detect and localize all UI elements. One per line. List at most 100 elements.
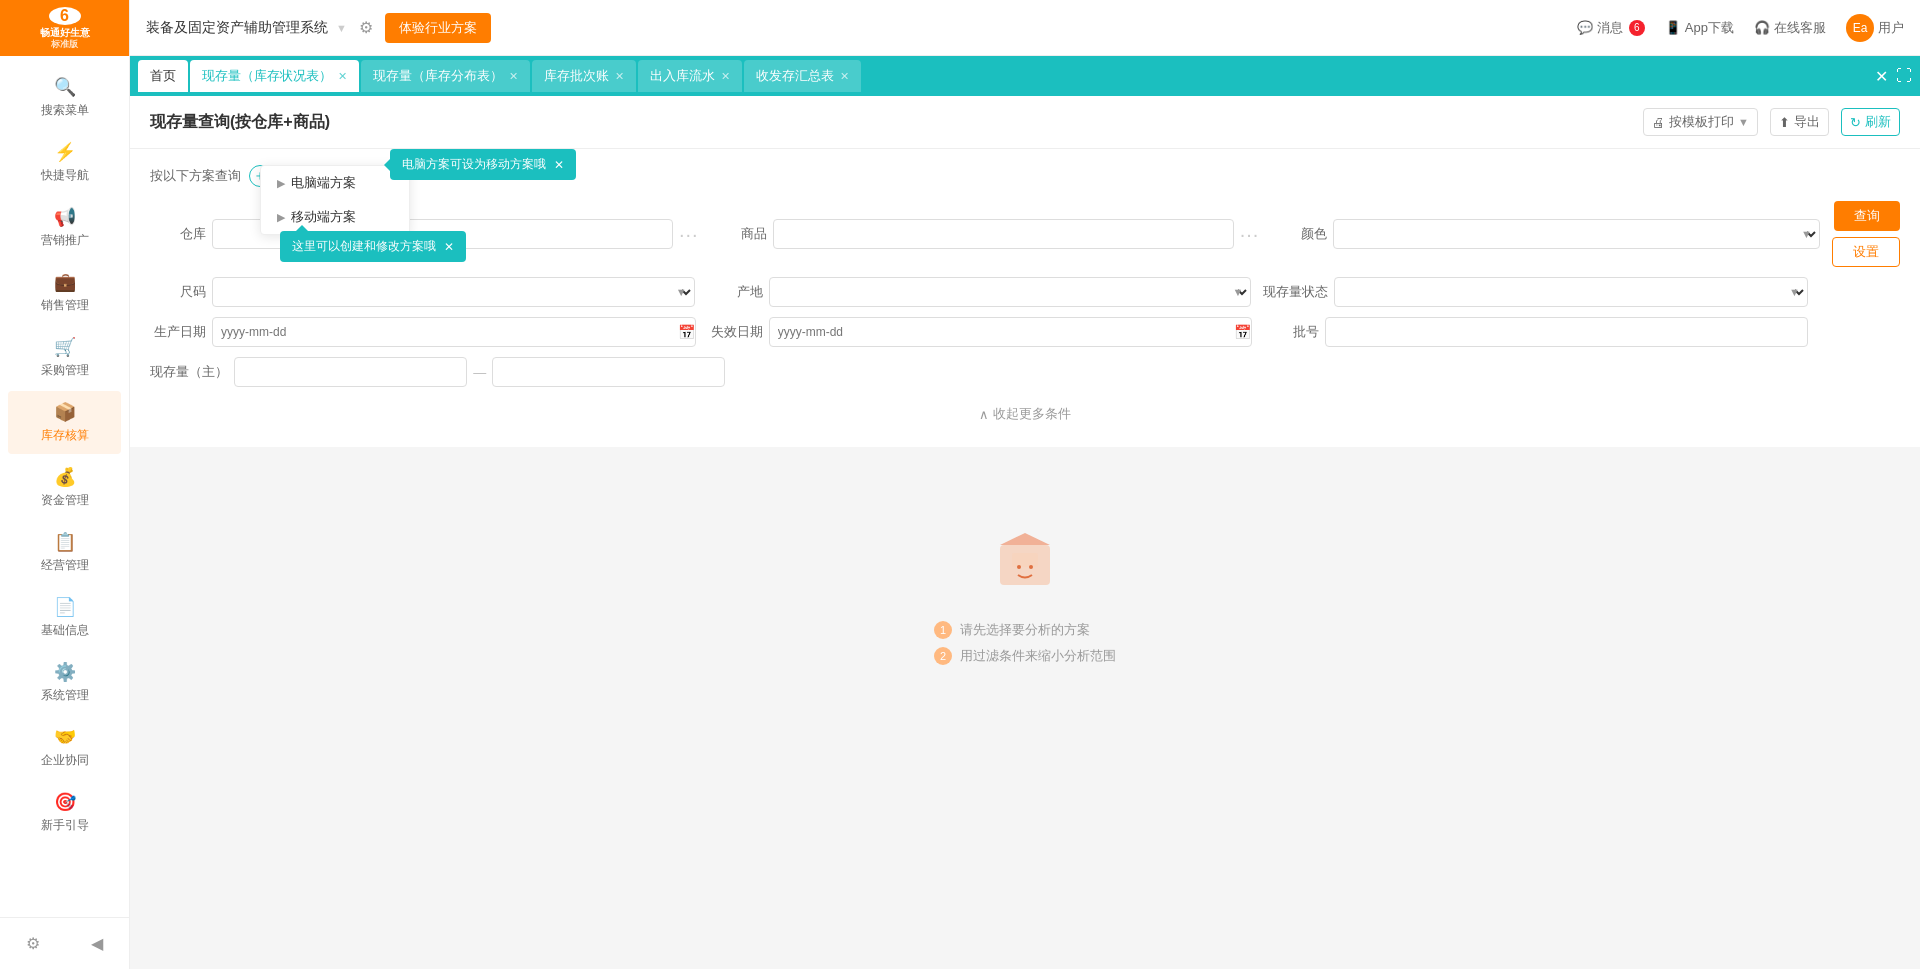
tooltip1-close[interactable]: ✕ bbox=[554, 158, 564, 172]
size-label: 尺码 bbox=[150, 283, 206, 301]
message-icon: 💬 bbox=[1577, 20, 1593, 35]
field-batch: 批号 bbox=[1263, 317, 1808, 347]
sidebar-item-operations[interactable]: 📋 经营管理 bbox=[8, 521, 121, 584]
expiry-date-from[interactable] bbox=[769, 317, 1253, 347]
tab-in-out-flow[interactable]: 出入库流水 ✕ bbox=[638, 60, 742, 92]
production-date-from-cal-icon[interactable]: 📅 bbox=[678, 324, 695, 340]
collapse-sidebar-icon[interactable]: ◀ bbox=[87, 930, 107, 957]
color-label: 颜色 bbox=[1271, 225, 1327, 243]
warehouse-more-icon[interactable]: ··· bbox=[679, 223, 699, 246]
batch-input-wrap bbox=[1325, 317, 1808, 347]
tab-home[interactable]: 首页 bbox=[138, 60, 188, 92]
main-area: 装备及固定资产辅助管理系统 ▼ ⚙ 体验行业方案 💬 消息 6 📱 App下载 … bbox=[130, 0, 1920, 969]
guide-icon: 🎯 bbox=[54, 791, 76, 813]
tab-close-summary[interactable]: ✕ bbox=[840, 70, 849, 83]
origin-input-wrap: ▼ bbox=[769, 277, 1252, 307]
top-header: 装备及固定资产辅助管理系统 ▼ ⚙ 体验行业方案 💬 消息 6 📱 App下载 … bbox=[130, 0, 1920, 56]
production-date-range: 📅 bbox=[212, 317, 695, 347]
close-all-tabs-icon[interactable]: ✕ bbox=[1875, 67, 1888, 86]
collapse-more-btn[interactable]: ∧ 收起更多条件 bbox=[150, 397, 1900, 431]
inventory-icon: 📦 bbox=[54, 401, 76, 423]
reset-btn[interactable]: 设置 bbox=[1832, 237, 1900, 267]
chevron-right-icon-mobile: ▶ bbox=[277, 211, 285, 224]
settings-icon[interactable]: ⚙ bbox=[359, 18, 373, 37]
sidebar-item-search[interactable]: 🔍 搜索菜单 bbox=[8, 66, 121, 129]
tab-close-inventory-dist[interactable]: ✕ bbox=[509, 70, 518, 83]
basic-info-icon: 📄 bbox=[54, 596, 76, 618]
sidebar-item-sales[interactable]: 💼 销售管理 bbox=[8, 261, 121, 324]
sidebar-bottom: ⚙ ◀ bbox=[0, 917, 129, 969]
scheme-item-pc[interactable]: ▶ 电脑端方案 bbox=[261, 166, 409, 200]
tab-close-inventory-status[interactable]: ✕ bbox=[338, 70, 347, 83]
refresh-btn[interactable]: ↻ 刷新 bbox=[1841, 108, 1900, 136]
search-btn[interactable]: 查询 bbox=[1834, 201, 1900, 231]
avatar: Ea bbox=[1846, 14, 1874, 42]
tab-inventory-dist[interactable]: 现存量（库存分布表） ✕ bbox=[361, 60, 530, 92]
sidebar-item-guide[interactable]: 🎯 新手引导 bbox=[8, 781, 121, 844]
sidebar-item-quick-nav[interactable]: ⚡ 快捷导航 bbox=[8, 131, 121, 194]
field-color: 颜色 ▼ bbox=[1271, 219, 1820, 249]
sidebar-item-finance[interactable]: 💰 资金管理 bbox=[8, 456, 121, 519]
sidebar-item-inventory[interactable]: 📦 库存核算 bbox=[8, 391, 121, 454]
logo-icon: 6 bbox=[49, 7, 81, 25]
origin-label: 产地 bbox=[707, 283, 763, 301]
user-item[interactable]: Ea 用户 bbox=[1846, 14, 1904, 42]
goods-label: 商品 bbox=[711, 225, 767, 243]
sidebar-logo: 6 畅通好生意 标准版 bbox=[0, 0, 129, 56]
sidebar-item-purchase[interactable]: 🛒 采购管理 bbox=[8, 326, 121, 389]
finance-icon: 💰 bbox=[54, 466, 76, 488]
tab-summary[interactable]: 收发存汇总表 ✕ bbox=[744, 60, 861, 92]
empty-state-icon bbox=[980, 515, 1070, 605]
stock-status-select[interactable] bbox=[1334, 277, 1808, 307]
color-select[interactable] bbox=[1333, 219, 1820, 249]
messages-item[interactable]: 💬 消息 6 bbox=[1577, 19, 1645, 37]
tooltip2-close[interactable]: ✕ bbox=[444, 240, 454, 254]
headset-icon: 🎧 bbox=[1754, 20, 1770, 35]
field-size: 尺码 ▼ bbox=[150, 277, 695, 307]
system-title: 装备及固定资产辅助管理系统 ▼ bbox=[146, 19, 347, 37]
goods-more-icon[interactable]: ··· bbox=[1240, 223, 1260, 246]
batch-input[interactable] bbox=[1325, 317, 1808, 347]
tab-batch-account[interactable]: 库存批次账 ✕ bbox=[532, 60, 636, 92]
stock-main-from[interactable] bbox=[234, 357, 467, 387]
tooltip-edit-scheme: 这里可以创建和修改方案哦 ✕ bbox=[280, 231, 466, 262]
online-service-item[interactable]: 🎧 在线客服 bbox=[1754, 19, 1826, 37]
field-expiry-date: 失效日期 📅 bbox=[707, 317, 1252, 347]
fullscreen-icon[interactable]: ⛶ bbox=[1896, 67, 1912, 85]
sidebar-item-basic-info[interactable]: 📄 基础信息 bbox=[8, 586, 121, 649]
origin-select[interactable] bbox=[769, 277, 1252, 307]
empty-step-list: 1 请先选择要分析的方案 2 用过滤条件来缩小分析范围 bbox=[934, 621, 1116, 665]
goods-input[interactable] bbox=[773, 219, 1234, 249]
operations-icon: 📋 bbox=[54, 531, 76, 553]
logo-text: 畅通好生意 标准版 bbox=[40, 27, 90, 50]
export-btn[interactable]: ⬆ 导出 bbox=[1770, 108, 1829, 136]
app-download-item[interactable]: 📱 App下载 bbox=[1665, 19, 1734, 37]
sidebar-item-system[interactable]: ⚙️ 系统管理 bbox=[8, 651, 121, 714]
expiry-date-label: 失效日期 bbox=[707, 323, 763, 341]
print-icon: 🖨 bbox=[1652, 115, 1665, 130]
step-1-num: 1 bbox=[934, 621, 952, 639]
tab-inventory-status[interactable]: 现存量（库存状况表） ✕ bbox=[190, 60, 359, 92]
stock-main-to[interactable] bbox=[492, 357, 725, 387]
refresh-icon: ↻ bbox=[1850, 115, 1861, 130]
chevron-right-icon-pc: ▶ bbox=[277, 177, 285, 190]
svg-rect-2 bbox=[1012, 553, 1038, 567]
svg-point-3 bbox=[1017, 565, 1021, 569]
scheme-item-mobile[interactable]: ▶ 移动端方案 bbox=[261, 200, 409, 234]
empty-state: 1 请先选择要分析的方案 2 用过滤条件来缩小分析范围 bbox=[130, 455, 1920, 725]
page-title: 现存量查询(按仓库+商品) bbox=[150, 112, 330, 133]
page-actions: 🖨 按模板打印 ▼ ⬆ 导出 ↻ 刷新 bbox=[1643, 108, 1900, 136]
size-select[interactable] bbox=[212, 277, 695, 307]
industry-btn[interactable]: 体验行业方案 bbox=[385, 13, 491, 43]
field-goods: 商品 ··· bbox=[711, 219, 1260, 249]
production-date-from[interactable] bbox=[212, 317, 696, 347]
tab-close-batch-account[interactable]: ✕ bbox=[615, 70, 624, 83]
dropdown-arrow-icon[interactable]: ▼ bbox=[336, 22, 347, 34]
settings-bottom-icon[interactable]: ⚙ bbox=[22, 930, 44, 957]
sidebar-item-marketing[interactable]: 📢 营销推广 bbox=[8, 196, 121, 259]
template-print-btn[interactable]: 🖨 按模板打印 ▼ bbox=[1643, 108, 1758, 136]
sidebar-item-enterprise[interactable]: 🤝 企业协同 bbox=[8, 716, 121, 779]
scheme-dropdown: ▶ 电脑端方案 ▶ 移动端方案 bbox=[260, 165, 410, 235]
expiry-date-cal-icon[interactable]: 📅 bbox=[1234, 324, 1251, 340]
tab-close-in-out-flow[interactable]: ✕ bbox=[721, 70, 730, 83]
